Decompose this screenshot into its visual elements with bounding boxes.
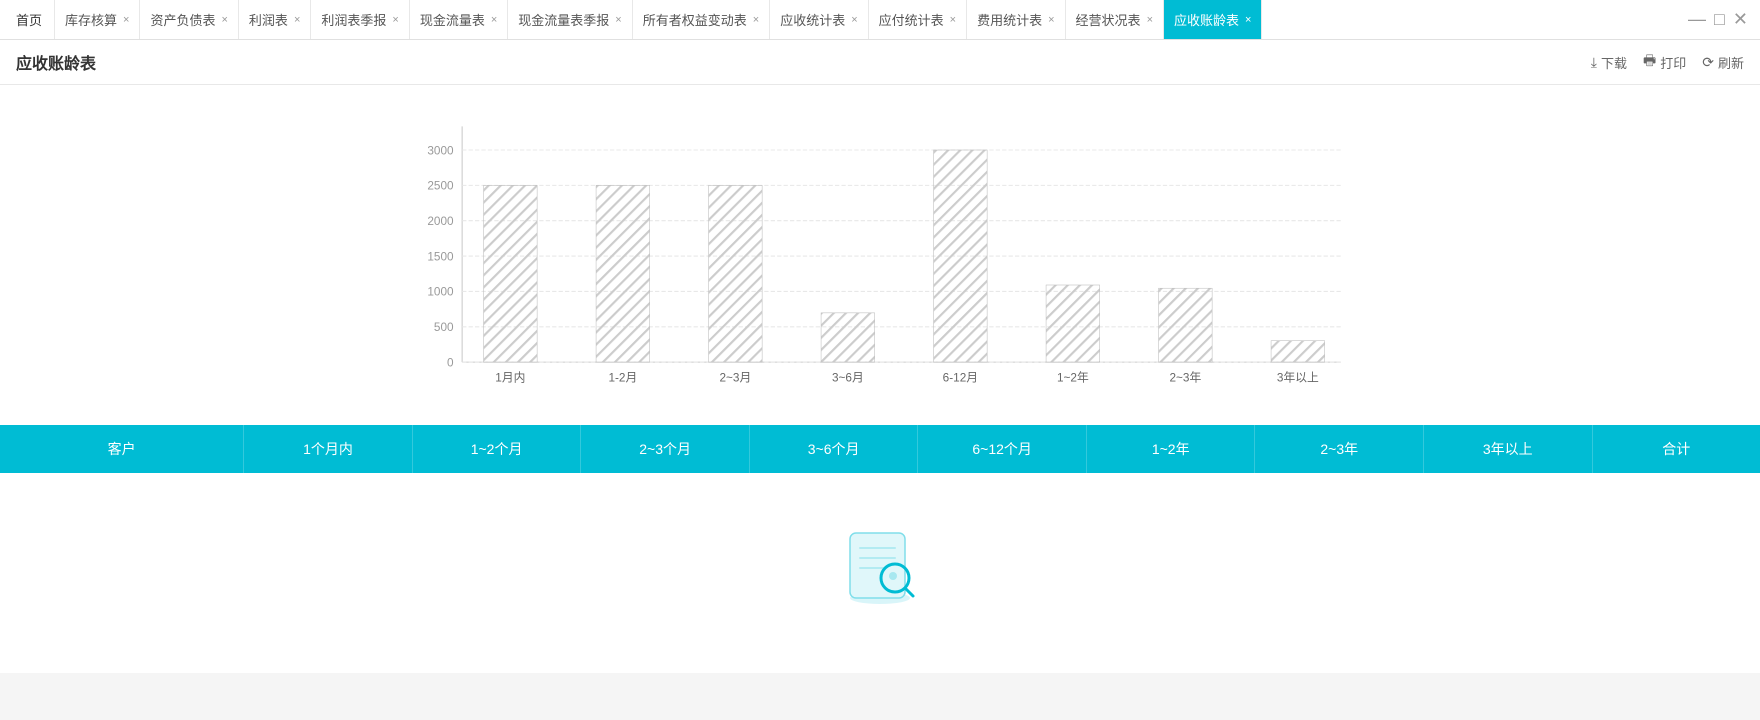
chart-container: 0 500 1000 1500 2000 2500 3000 bbox=[40, 105, 1720, 405]
tab-equity[interactable]: 所有者权益变动表 × bbox=[633, 0, 770, 40]
col-2-3month: 2~3个月 bbox=[581, 425, 750, 473]
print-label: 打印 bbox=[1660, 53, 1686, 72]
tab-aging-label: 应收账龄表 bbox=[1174, 10, 1239, 29]
svg-text:3年以上: 3年以上 bbox=[1277, 370, 1319, 384]
tab-aging[interactable]: 应收账龄表 × bbox=[1164, 0, 1262, 40]
svg-text:0: 0 bbox=[447, 356, 454, 369]
tab-payable-stat[interactable]: 应付统计表 × bbox=[869, 0, 967, 40]
tab-profit-close[interactable]: × bbox=[294, 14, 300, 26]
col-1-2month: 1~2个月 bbox=[413, 425, 582, 473]
tab-aging-close[interactable]: × bbox=[1245, 14, 1251, 26]
page-header: 应收账龄表 ⤓ 下载 🖶 打印 ⟳ 刷新 bbox=[0, 40, 1760, 85]
tab-equity-close[interactable]: × bbox=[753, 14, 759, 26]
tab-payable-stat-close[interactable]: × bbox=[950, 14, 956, 26]
header-actions: ⤓ 下载 🖶 打印 ⟳ 刷新 bbox=[1591, 50, 1744, 74]
empty-state bbox=[0, 473, 1760, 673]
refresh-icon: ⟳ bbox=[1702, 54, 1714, 71]
tab-home-label: 首页 bbox=[16, 10, 42, 29]
tab-profit[interactable]: 利润表 × bbox=[239, 0, 311, 40]
svg-text:6-12月: 6-12月 bbox=[943, 371, 978, 384]
svg-text:2~3年: 2~3年 bbox=[1169, 370, 1201, 384]
page-title: 应收账龄表 bbox=[16, 50, 96, 74]
download-button[interactable]: ⤓ 下载 bbox=[1591, 53, 1627, 72]
tab-cashflow[interactable]: 现金流量表 × bbox=[410, 0, 508, 40]
svg-text:2000: 2000 bbox=[427, 215, 454, 228]
tab-inventory-label: 库存核算 bbox=[65, 10, 117, 29]
tab-receivable-stat-label: 应收统计表 bbox=[780, 10, 845, 29]
tab-expense-stat-close[interactable]: × bbox=[1048, 14, 1054, 26]
tab-profit-quarterly-label: 利润表季报 bbox=[321, 10, 386, 29]
maximize-button[interactable]: □ bbox=[1714, 9, 1725, 30]
tab-expense-stat[interactable]: 费用统计表 × bbox=[967, 0, 1065, 40]
tab-cashflow-quarterly-close[interactable]: × bbox=[615, 14, 621, 26]
svg-text:2500: 2500 bbox=[427, 180, 454, 193]
svg-text:2~3月: 2~3月 bbox=[719, 371, 751, 384]
col-6-12month: 6~12个月 bbox=[918, 425, 1087, 473]
minimize-button[interactable]: — bbox=[1688, 9, 1706, 30]
col-3-6month: 3~6个月 bbox=[750, 425, 919, 473]
tab-bar-actions: — □ ✕ bbox=[1688, 9, 1756, 30]
svg-text:1月内: 1月内 bbox=[495, 370, 525, 384]
tab-balance-sheet[interactable]: 资产负债表 × bbox=[140, 0, 238, 40]
empty-state-icon bbox=[830, 513, 930, 613]
col-3year-plus: 3年以上 bbox=[1424, 425, 1593, 473]
tab-receivable-stat-close[interactable]: × bbox=[851, 14, 857, 26]
print-button[interactable]: 🖶 打印 bbox=[1643, 50, 1686, 74]
tab-operation[interactable]: 经营状况表 × bbox=[1066, 0, 1164, 40]
table-header: 客户 1个月内 1~2个月 2~3个月 3~6个月 6~12个月 1~2年 2~… bbox=[0, 425, 1760, 473]
col-customer: 客户 bbox=[0, 425, 244, 473]
tab-cashflow-quarterly-label: 现金流量表季报 bbox=[518, 10, 609, 29]
window-close-button[interactable]: ✕ bbox=[1733, 9, 1748, 30]
tab-home[interactable]: 首页 bbox=[4, 0, 55, 40]
tab-profit-quarterly-close[interactable]: × bbox=[392, 14, 398, 26]
svg-text:500: 500 bbox=[434, 321, 454, 334]
tab-cashflow-quarterly[interactable]: 现金流量表季报 × bbox=[508, 0, 632, 40]
refresh-button[interactable]: ⟳ 刷新 bbox=[1702, 53, 1744, 72]
col-2-3year: 2~3年 bbox=[1255, 425, 1424, 473]
tab-inventory-close[interactable]: × bbox=[123, 14, 129, 26]
svg-text:1~2年: 1~2年 bbox=[1057, 370, 1089, 384]
tab-balance-sheet-label: 资产负债表 bbox=[150, 10, 215, 29]
download-icon: ⤓ bbox=[1591, 54, 1597, 71]
tab-expense-stat-label: 费用统计表 bbox=[977, 10, 1042, 29]
print-icon: 🖶 bbox=[1643, 50, 1656, 74]
tab-cashflow-close[interactable]: × bbox=[491, 14, 497, 26]
tab-cashflow-label: 现金流量表 bbox=[420, 10, 485, 29]
tab-inventory[interactable]: 库存核算 × bbox=[55, 0, 140, 40]
svg-text:1-2月: 1-2月 bbox=[608, 371, 637, 384]
col-total: 合计 bbox=[1593, 425, 1760, 473]
svg-text:1000: 1000 bbox=[427, 286, 454, 299]
tab-balance-sheet-close[interactable]: × bbox=[221, 14, 227, 26]
svg-text:3~6月: 3~6月 bbox=[832, 371, 864, 384]
tab-profit-quarterly[interactable]: 利润表季报 × bbox=[311, 0, 409, 40]
col-1-2year: 1~2年 bbox=[1087, 425, 1256, 473]
col-1month: 1个月内 bbox=[244, 425, 413, 473]
tab-payable-stat-label: 应付统计表 bbox=[879, 10, 944, 29]
svg-text:1500: 1500 bbox=[427, 250, 454, 263]
tab-operation-close[interactable]: × bbox=[1147, 14, 1153, 26]
tab-receivable-stat[interactable]: 应收统计表 × bbox=[770, 0, 868, 40]
refresh-label: 刷新 bbox=[1718, 53, 1744, 72]
tab-profit-label: 利润表 bbox=[249, 10, 288, 29]
tab-operation-label: 经营状况表 bbox=[1076, 10, 1141, 29]
download-label: 下载 bbox=[1601, 53, 1627, 72]
tab-bar: 首页 库存核算 × 资产负债表 × 利润表 × 利润表季报 × 现金流量表 × … bbox=[0, 0, 1760, 40]
main-content: 0 500 1000 1500 2000 2500 3000 bbox=[0, 85, 1760, 673]
tab-equity-label: 所有者权益变动表 bbox=[643, 10, 747, 29]
bar-chart: 0 500 1000 1500 2000 2500 3000 bbox=[40, 105, 1720, 405]
chart-area: 0 500 1000 1500 2000 2500 3000 bbox=[0, 85, 1760, 425]
svg-text:3000: 3000 bbox=[427, 144, 454, 157]
